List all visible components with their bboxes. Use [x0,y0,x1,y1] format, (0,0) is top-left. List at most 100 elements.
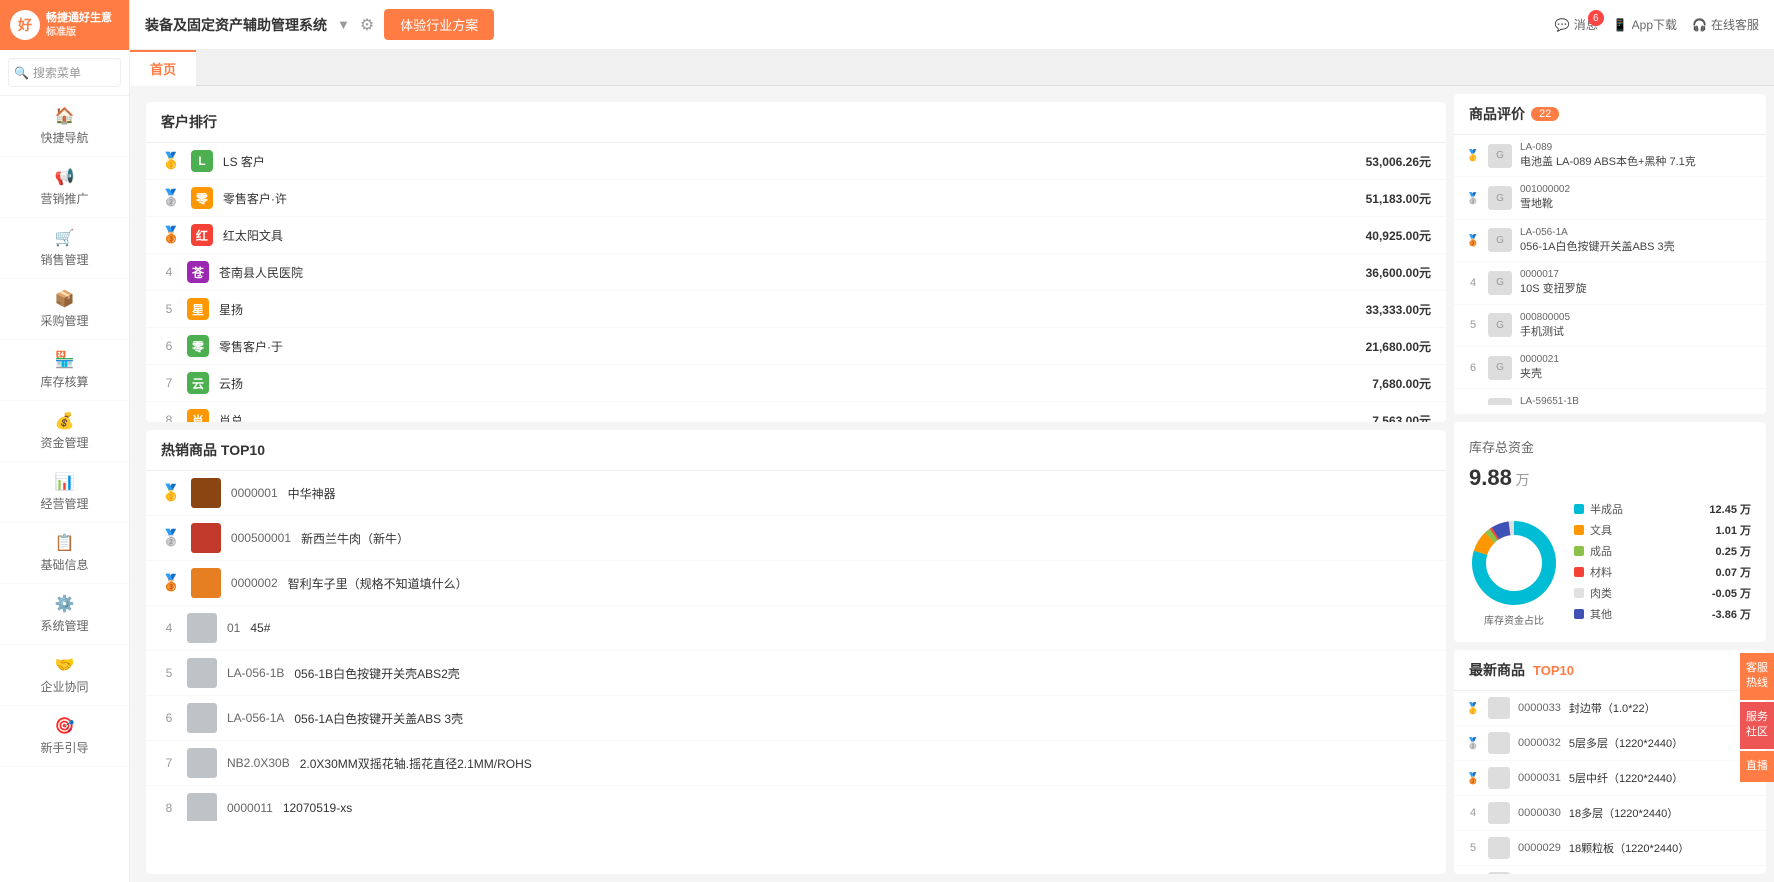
product-image [191,523,221,553]
middle-section: 客户排行 🥇 L LS 客户 53,006.26元 🥈 零 零售客户·许 51,… [130,86,1454,882]
product-name: 056-1B白色按键开关壳ABS2壳 [294,665,1431,682]
customer-service-btn[interactable]: 客服 热线 [1740,653,1774,700]
customer-ranking-item[interactable]: 8 肖 肖总 7,563.00元 [146,402,1446,422]
customer-ranking-item[interactable]: 6 零 零售客户·于 21,680.00元 [146,328,1446,365]
message-button[interactable]: 💬 消息 6 [1555,16,1598,33]
medal-icon: 🥇 [161,483,181,503]
hot-product-item[interactable]: 8 0000011 12070519-xs [146,786,1446,821]
inventory-icon: 🏪 [55,350,75,370]
product-name: 18多层（1220*2440） [1569,805,1754,821]
product-code: 0000001 [231,486,278,500]
customer-amount: 53,006.26元 [1366,153,1431,170]
customer-ranking-item[interactable]: 🥇 L LS 客户 53,006.26元 [146,143,1446,180]
product-info: 000800005 手机测试 [1520,311,1754,340]
product-thumbnail: G [1488,228,1512,252]
customer-ranking-item[interactable]: 7 云 云扬 7,680.00元 [146,365,1446,402]
customer-ranking-item[interactable]: 🥉 红 红太阳文具 40,925.00元 [146,217,1446,254]
product-image [187,613,217,643]
product-eval-item[interactable]: 7 G LA-59651-1B 59651-1B旋转投影灯电池盒ABS黑色+58… [1454,389,1766,405]
sidebar-item-system[interactable]: ⚙️ 系统管理 [0,584,129,645]
customer-amount: 51,183.00元 [1366,190,1431,207]
new-product-item[interactable]: 4 0000030 18多层（1220*2440） [1454,796,1766,831]
inventory-unit: 万 [1515,472,1529,488]
sidebar-item-finance[interactable]: 💰 资金管理 [0,401,129,462]
tab-home[interactable]: 首页 [130,50,196,86]
product-eval-item[interactable]: 4 G 0000017 10S 变扭罗旋 [1454,262,1766,304]
new-product-item[interactable]: 6 004100001 白钢垫 [1454,866,1766,874]
product-name: 18颗粒板（1220*2440） [1569,840,1754,856]
product-info: LA-056-1A 056-1A白色按键开关盖ABS 3壳 [1520,226,1754,255]
customer-badge: 零 [187,335,209,357]
sidebar-item-shortcut[interactable]: 🏠 快捷导航 [0,96,129,157]
sidebar-item-sales[interactable]: 🛒 销售管理 [0,218,129,279]
customer-name: LS 客户 [223,153,1356,170]
legend-value: -3.86 万 [1712,606,1751,622]
new-product-item[interactable]: 🥈 0000032 5层多层（1220*2440） [1454,726,1766,761]
hot-product-item[interactable]: 🥇 0000001 中华神器 [146,471,1446,516]
rank-number: 4 [1466,807,1480,819]
product-name: 5层中纤（1220*2440） [1569,770,1754,786]
customer-amount: 7,680.00元 [1372,375,1431,392]
legend-name: 其他 [1590,606,1706,622]
customer-ranking-item[interactable]: 🥈 零 零售客户·许 51,183.00元 [146,180,1446,217]
sidebar-item-purchase[interactable]: 📦 采购管理 [0,279,129,340]
product-info: LA-59651-1B 59651-1B旋转投影灯电池盒ABS黑色+58壳 [1520,395,1754,405]
legend-value: 0.07 万 [1716,564,1751,580]
settings-icon[interactable]: ⚙ [360,15,374,35]
product-evaluation-panel: 商品评价 22 🥇 G LA-089 电池盖 LA-089 ABS本色+黑种 7… [1454,94,1766,414]
new-products-list: 🥇 0000033 封边带（1.0*22） 🥈 0000032 5层多层（122… [1454,691,1766,874]
hot-product-item[interactable]: 🥉 0000002 智利车子里（规格不知道填什么） [146,561,1446,606]
hot-products-list: 🥇 0000001 中华神器 🥈 000500001 新西兰牛肉（新牛） 🥉 0… [146,471,1446,821]
product-eval-item[interactable]: 🥇 G LA-089 电池盖 LA-089 ABS本色+黑种 7.1克 [1454,135,1766,177]
rank-number: 5 [161,302,177,316]
hot-product-item[interactable]: 7 NB2.0X30B 2.0X30MM双摇花轴.摇花直径2.1MM/ROHS [146,741,1446,786]
customer-name: 苍南县人民医院 [219,264,1356,281]
rank-number: 7 [161,756,177,770]
app-download-button[interactable]: 📱 App下载 [1613,16,1677,33]
product-eval-list: 🥇 G LA-089 电池盖 LA-089 ABS本色+黑种 7.1克 🥈 G … [1454,135,1766,405]
hot-product-item[interactable]: 5 LA-056-1B 056-1B白色按键开关壳ABS2壳 [146,651,1446,696]
sidebar-item-inventory[interactable]: 🏪 库存核算 [0,340,129,401]
rank-number: 8 [161,801,177,815]
sidebar-item-operation[interactable]: 📊 经营管理 [0,462,129,523]
online-service-button[interactable]: 🎧 在线客服 [1692,16,1759,33]
hot-product-item[interactable]: 6 LA-056-1A 056-1A白色按键开关盖ABS 3壳 [146,696,1446,741]
customer-name: 红太阳文具 [223,227,1356,244]
float-service: 客服 热线 服务 社区 直播 [1740,653,1774,782]
dropdown-icon[interactable]: ▼ [337,17,350,32]
product-eval-item[interactable]: 6 G 0000021 夹壳 [1454,347,1766,389]
product-thumbnail: G [1488,271,1512,295]
sidebar-item-basic[interactable]: 📋 基础信息 [0,523,129,584]
product-code: 0000002 [231,576,278,590]
medal-icon: 🥇 [161,151,181,171]
service-community-btn[interactable]: 服务 社区 [1740,702,1774,749]
sidebar-item-marketing[interactable]: 📢 营销推广 [0,157,129,218]
sidebar-search-area: 🔍 搜索菜单 [0,50,129,96]
product-eval-item[interactable]: 🥉 G LA-056-1A 056-1A白色按键开关盖ABS 3壳 [1454,220,1766,262]
inventory-panel: 库存总资金 9.88 万 [1454,422,1766,642]
search-menu-button[interactable]: 🔍 搜索菜单 [8,58,121,87]
medal-icon: 🥉 [1466,234,1480,247]
inventory-title: 库存总资金 [1469,437,1534,456]
medal-icon: 🥇 [1466,702,1480,715]
new-product-item[interactable]: 🥉 0000031 5层中纤（1220*2440） [1454,761,1766,796]
trial-button[interactable]: 体验行业方案 [384,9,494,40]
enterprise-icon: 🤝 [55,655,75,675]
header: 装备及固定资产辅助管理系统 ▼ ⚙ 体验行业方案 💬 消息 6 📱 App下载 … [130,0,1774,50]
system-title: 装备及固定资产辅助管理系统 [145,15,327,35]
customer-ranking-item[interactable]: 4 苍 苍南县人民医院 36,600.00元 [146,254,1446,291]
sidebar-item-enterprise[interactable]: 🤝 企业协同 [0,645,129,706]
product-eval-item[interactable]: 🥈 G 001000002 雪地靴 [1454,177,1766,219]
medal-icon: 🥈 [1466,737,1480,750]
sidebar-item-newbie[interactable]: 🎯 新手引导 [0,706,129,767]
legend-name: 肉类 [1590,585,1706,601]
product-info: 001000002 雪地靴 [1520,183,1754,212]
customer-ranking-item[interactable]: 5 星 星扬 33,333.00元 [146,291,1446,328]
new-product-item[interactable]: 5 0000029 18颗粒板（1220*2440） [1454,831,1766,866]
new-product-item[interactable]: 🥇 0000033 封边带（1.0*22） [1454,691,1766,726]
product-eval-item[interactable]: 5 G 000800005 手机测试 [1454,305,1766,347]
hot-product-item[interactable]: 🥈 000500001 新西兰牛肉（新牛） [146,516,1446,561]
live-btn[interactable]: 直播 [1740,751,1774,782]
product-thumbnail: G [1488,186,1512,210]
hot-product-item[interactable]: 4 01 45# [146,606,1446,651]
